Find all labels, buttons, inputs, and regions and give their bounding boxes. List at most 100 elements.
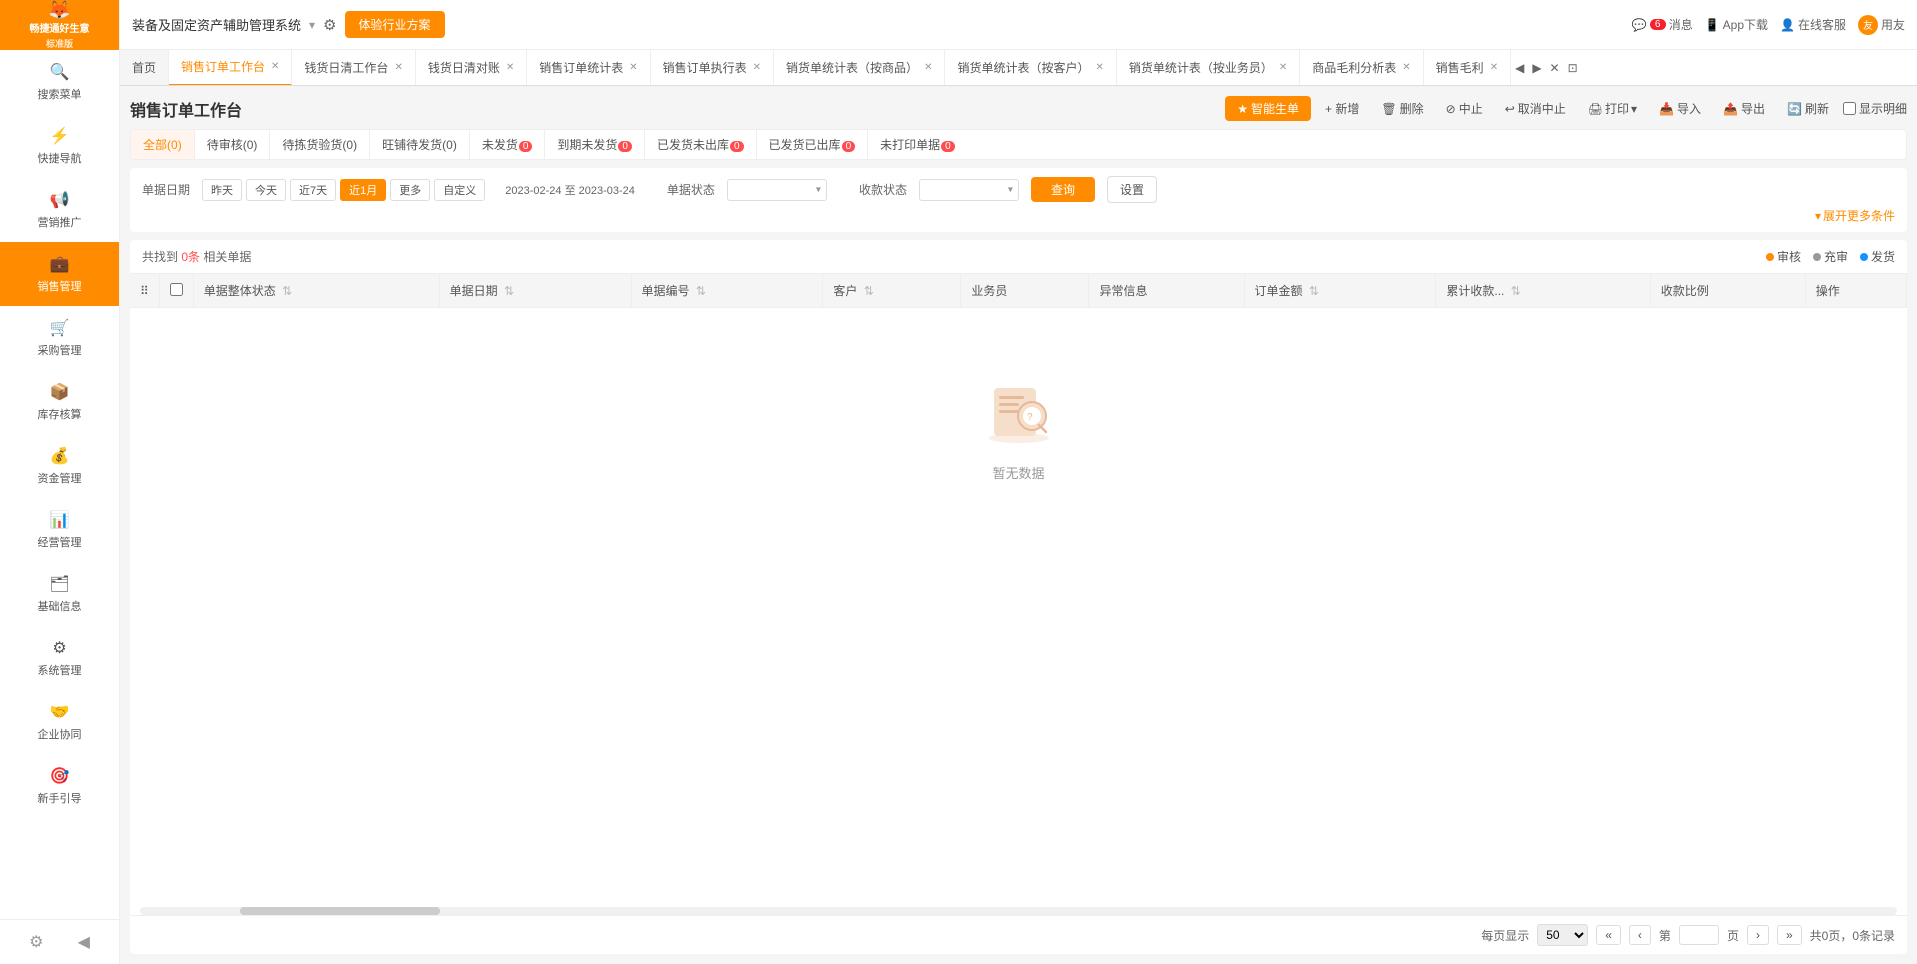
detail-checkbox-label[interactable]: 显示明细 <box>1843 100 1907 117</box>
quick-cancel-action[interactable]: 充审 <box>1813 248 1848 265</box>
sidebar-item-base[interactable]: 🗂 基础信息 <box>0 562 119 626</box>
payment-select[interactable] <box>919 179 1019 201</box>
tab-sales-more[interactable]: 销售毛利 ✕ <box>1424 50 1511 86</box>
tab-sales-stats[interactable]: 销售订单统计表 ✕ <box>527 50 650 86</box>
logo-subtext: 标准版 <box>46 39 73 49</box>
sort-customer-icon[interactable]: ⇅ <box>864 284 874 298</box>
quick-review-action[interactable]: 审核 <box>1766 248 1801 265</box>
tab-close-all[interactable]: ✕ <box>1546 61 1564 75</box>
tab-close-sales-stats[interactable]: ✕ <box>629 62 637 73</box>
sort-number-icon[interactable]: ⇅ <box>696 284 706 298</box>
sidebar-item-guide[interactable]: 🎯 新手引导 <box>0 754 119 818</box>
tab-goods-customer[interactable]: 销货单统计表（按客户） ✕ <box>945 50 1116 86</box>
tab-close-goods-product[interactable]: ✕ <box>924 62 932 73</box>
sidebar-item-operation[interactable]: 📊 经营管理 <box>0 498 119 562</box>
sort-date-icon[interactable]: ⇅ <box>504 284 514 298</box>
import-button[interactable]: 📥 导入 <box>1651 96 1709 121</box>
tab-scroll-right[interactable]: ▶ <box>1528 61 1545 75</box>
date-btn-1month[interactable]: 近1月 <box>340 179 386 201</box>
quick-ship-action[interactable]: 发货 <box>1860 248 1895 265</box>
tab-close-cash-daily[interactable]: ✕ <box>394 62 402 73</box>
filter-settings-button[interactable]: 设置 <box>1107 176 1157 203</box>
subtab-overdue-ship[interactable]: 到期未发货0 <box>545 130 645 159</box>
tab-scroll-left[interactable]: ◀ <box>1511 61 1528 75</box>
delete-button[interactable]: 🗑 删除 <box>1373 96 1431 121</box>
sidebar-item-search[interactable]: 🔍 搜索菜单 <box>0 50 119 114</box>
sort-received-icon[interactable]: ⇅ <box>1511 284 1521 298</box>
tab-goods-product[interactable]: 销货单统计表（按商品） ✕ <box>774 50 945 86</box>
tab-sales-exec[interactable]: 销售订单执行表 ✕ <box>651 50 774 86</box>
sidebar-item-finance[interactable]: 💰 资金管理 <box>0 434 119 498</box>
scrollbar-thumb[interactable] <box>240 907 440 915</box>
tab-close-goods-margin[interactable]: ✕ <box>1402 62 1410 73</box>
subtab-shipped-out[interactable]: 已发货已出库0 <box>757 130 869 159</box>
tab-goods-salesman[interactable]: 销货单统计表（按业务员） ✕ <box>1117 50 1300 86</box>
tab-close-goods-salesman[interactable]: ✕ <box>1279 62 1287 73</box>
detail-checkbox[interactable] <box>1843 102 1856 115</box>
subtab-not-printed[interactable]: 未打印单据0 <box>868 130 967 159</box>
collapse-icon[interactable]: ◀ <box>78 932 90 952</box>
tab-home[interactable]: 首页 <box>120 50 169 86</box>
empty-state: ? 暂无数据 <box>130 308 1907 542</box>
tab-close-goods-customer[interactable]: ✕ <box>1095 62 1103 73</box>
date-btn-today[interactable]: 今天 <box>246 179 286 201</box>
filter-expand-button[interactable]: ▾ 展开更多条件 <box>1815 207 1895 224</box>
dropdown-icon[interactable]: ▾ <box>309 18 315 32</box>
sidebar-item-inventory[interactable]: 📦 库存核算 <box>0 370 119 434</box>
page-next-button[interactable]: › <box>1747 925 1769 945</box>
per-page-select[interactable]: 50 100 200 <box>1537 924 1588 946</box>
sidebar-item-marketing[interactable]: 📢 营销推广 <box>0 178 119 242</box>
subtab-not-shipped[interactable]: 未发货0 <box>470 130 546 159</box>
page-last-button[interactable]: » <box>1777 925 1802 945</box>
tab-sales-order[interactable]: 销售订单工作台 ✕ <box>169 50 292 86</box>
add-button[interactable]: + 新增 <box>1317 96 1367 121</box>
cancel-stop-button[interactable]: ↩ 取消中止 <box>1497 96 1574 121</box>
subtab-pending-review[interactable]: 待审核(0) <box>195 130 271 159</box>
date-btn-yesterday[interactable]: 昨天 <box>202 179 242 201</box>
smart-create-button[interactable]: ★ 智能生单 <box>1225 96 1311 121</box>
select-all-checkbox[interactable] <box>170 283 183 296</box>
page-number-input[interactable]: 1 <box>1679 925 1719 945</box>
online-service-button[interactable]: 👤 在线客服 <box>1780 16 1846 33</box>
stop-button[interactable]: ⊘ 中止 <box>1438 96 1491 121</box>
subtab-all[interactable]: 全部(0) <box>131 130 195 159</box>
tab-close-sales-order[interactable]: ✕ <box>271 61 279 72</box>
settings-icon[interactable]: ⚙ <box>29 932 43 952</box>
subtab-pending-inspect[interactable]: 待拣货验货(0) <box>270 130 370 159</box>
user-button[interactable]: 友 用友 <box>1858 15 1905 35</box>
tab-maximize[interactable]: ⊡ <box>1564 61 1582 75</box>
th-drag: ⠿ <box>130 274 159 308</box>
megaphone-icon: 📢 <box>50 190 70 210</box>
tab-goods-margin[interactable]: 商品毛利分析表 ✕ <box>1300 50 1423 86</box>
status-select[interactable] <box>727 179 827 201</box>
print-dropdown-icon[interactable]: ▾ <box>1631 102 1637 116</box>
export-button[interactable]: 📤 导出 <box>1715 96 1773 121</box>
app-download-button[interactable]: 📱 App下载 <box>1705 16 1768 33</box>
horizontal-scrollbar[interactable] <box>140 907 1897 915</box>
subtab-wangpu-shipping[interactable]: 旺铺待发货(0) <box>370 130 470 159</box>
tab-close-sales-exec[interactable]: ✕ <box>753 62 761 73</box>
experience-button[interactable]: 体验行业方案 <box>345 11 445 38</box>
sort-amount-icon[interactable]: ⇅ <box>1309 284 1319 298</box>
sidebar-item-quick-nav[interactable]: ⚡ 快捷导航 <box>0 114 119 178</box>
date-btn-more[interactable]: 更多 <box>390 179 430 201</box>
sidebar-item-sales[interactable]: 💼 销售管理 <box>0 242 119 306</box>
page-prev-button[interactable]: ‹ <box>1629 925 1651 945</box>
tab-close-cash-reconcile[interactable]: ✕ <box>506 62 514 73</box>
subtab-shipped-not-out[interactable]: 已发货未出库0 <box>645 130 757 159</box>
date-btn-custom[interactable]: 自定义 <box>434 179 485 201</box>
tab-cash-daily[interactable]: 钱货日清工作台 ✕ <box>292 50 415 86</box>
refresh-button[interactable]: 🔄 刷新 <box>1779 96 1837 121</box>
print-button[interactable]: 🖨 打印 ▾ <box>1580 96 1645 121</box>
message-button[interactable]: 💬 6 消息 <box>1632 16 1693 33</box>
page-first-button[interactable]: « <box>1596 925 1621 945</box>
sidebar-item-system[interactable]: ⚙ 系统管理 <box>0 626 119 690</box>
sidebar-item-purchase[interactable]: 🛒 采购管理 <box>0 306 119 370</box>
sidebar-item-company[interactable]: 🤝 企业协同 <box>0 690 119 754</box>
settings-header-icon[interactable]: ⚙ <box>323 16 336 34</box>
sort-status-icon[interactable]: ⇅ <box>282 284 292 298</box>
date-btn-7days[interactable]: 近7天 <box>290 179 336 201</box>
tab-close-sales-more[interactable]: ✕ <box>1490 62 1498 73</box>
query-button[interactable]: 查询 <box>1031 177 1095 202</box>
tab-cash-reconcile[interactable]: 钱货日清对账 ✕ <box>416 50 527 86</box>
